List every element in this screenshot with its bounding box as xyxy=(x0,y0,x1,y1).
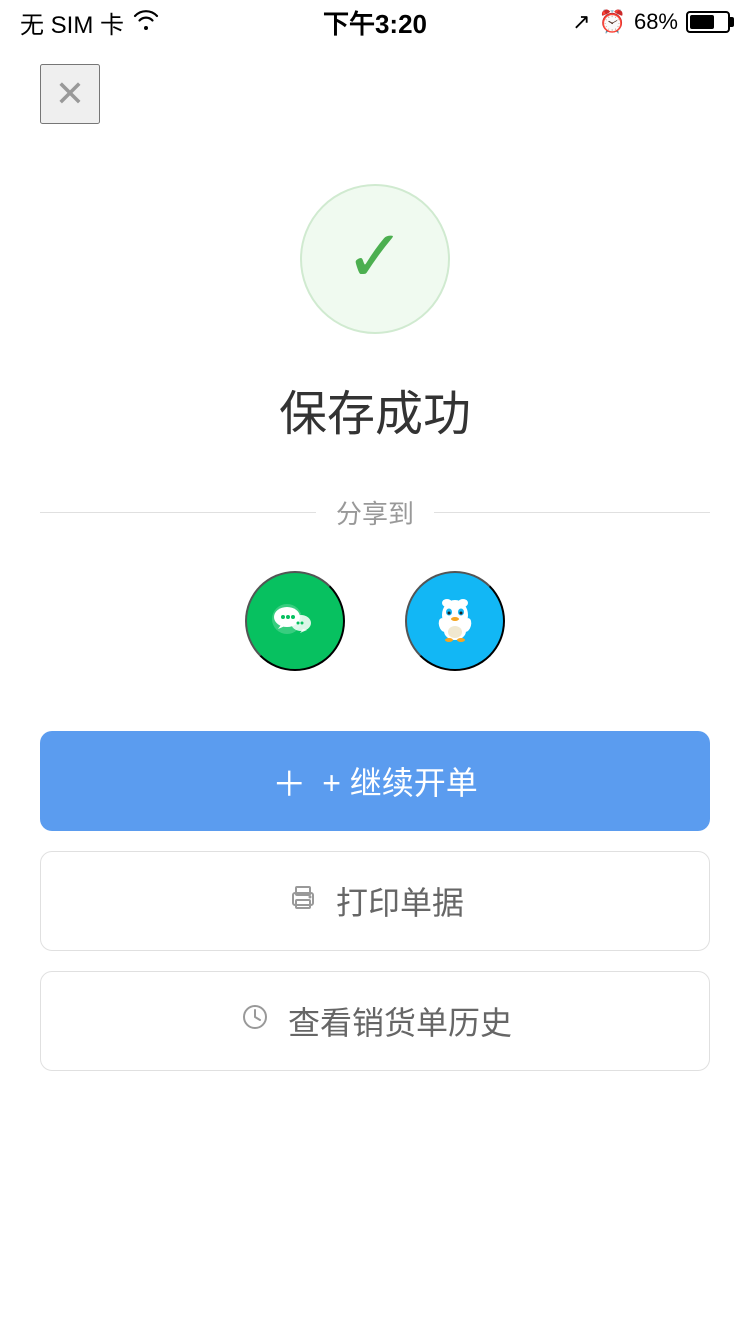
continue-label: + 继续开单 xyxy=(322,758,478,804)
continue-button[interactable]: ＋ + 继续开单 xyxy=(40,731,710,831)
success-circle: ✓ xyxy=(300,184,450,334)
history-label: 查看销货单历史 xyxy=(288,998,512,1044)
print-button[interactable]: 打印单据 xyxy=(40,851,710,951)
share-divider: 分享到 xyxy=(40,494,710,531)
battery-percent: 68% xyxy=(634,9,678,35)
close-icon: ✕ xyxy=(55,76,85,112)
share-section: 分享到 xyxy=(40,494,710,671)
main-content: ✕ ✓ 保存成功 分享到 xyxy=(0,44,750,1334)
share-icons xyxy=(40,571,710,671)
alarm-icon: ⏰ xyxy=(599,9,626,35)
success-title: 保存成功 xyxy=(279,374,471,444)
location-icon: ↗ xyxy=(572,9,590,35)
battery-fill xyxy=(690,15,714,29)
history-button[interactable]: 查看销货单历史 xyxy=(40,971,710,1071)
status-right: ↗ ⏰ 68% xyxy=(572,9,730,35)
qq-icon xyxy=(425,591,485,651)
share-wechat-button[interactable] xyxy=(245,571,345,671)
status-left: 无 SIM 卡 xyxy=(20,5,160,40)
print-icon xyxy=(286,880,320,923)
share-label: 分享到 xyxy=(336,494,414,531)
plus-icon: ＋ xyxy=(272,757,306,806)
share-qq-button[interactable] xyxy=(405,571,505,671)
divider-right xyxy=(434,512,710,513)
no-sim-label: 无 SIM 卡 xyxy=(20,5,124,40)
close-button[interactable]: ✕ xyxy=(40,64,100,124)
wifi-icon xyxy=(132,8,160,36)
action-buttons: ＋ + 继续开单 打印单据 查看销货单历 xyxy=(40,731,710,1071)
status-time: 下午3:20 xyxy=(323,4,427,41)
wechat-icon xyxy=(265,591,325,651)
divider-left xyxy=(40,512,316,513)
checkmark-icon: ✓ xyxy=(345,221,405,293)
print-label: 打印单据 xyxy=(336,878,464,924)
status-bar: 无 SIM 卡 下午3:20 ↗ ⏰ 68% xyxy=(0,0,750,44)
battery-icon xyxy=(686,11,730,33)
history-icon xyxy=(238,1000,272,1043)
